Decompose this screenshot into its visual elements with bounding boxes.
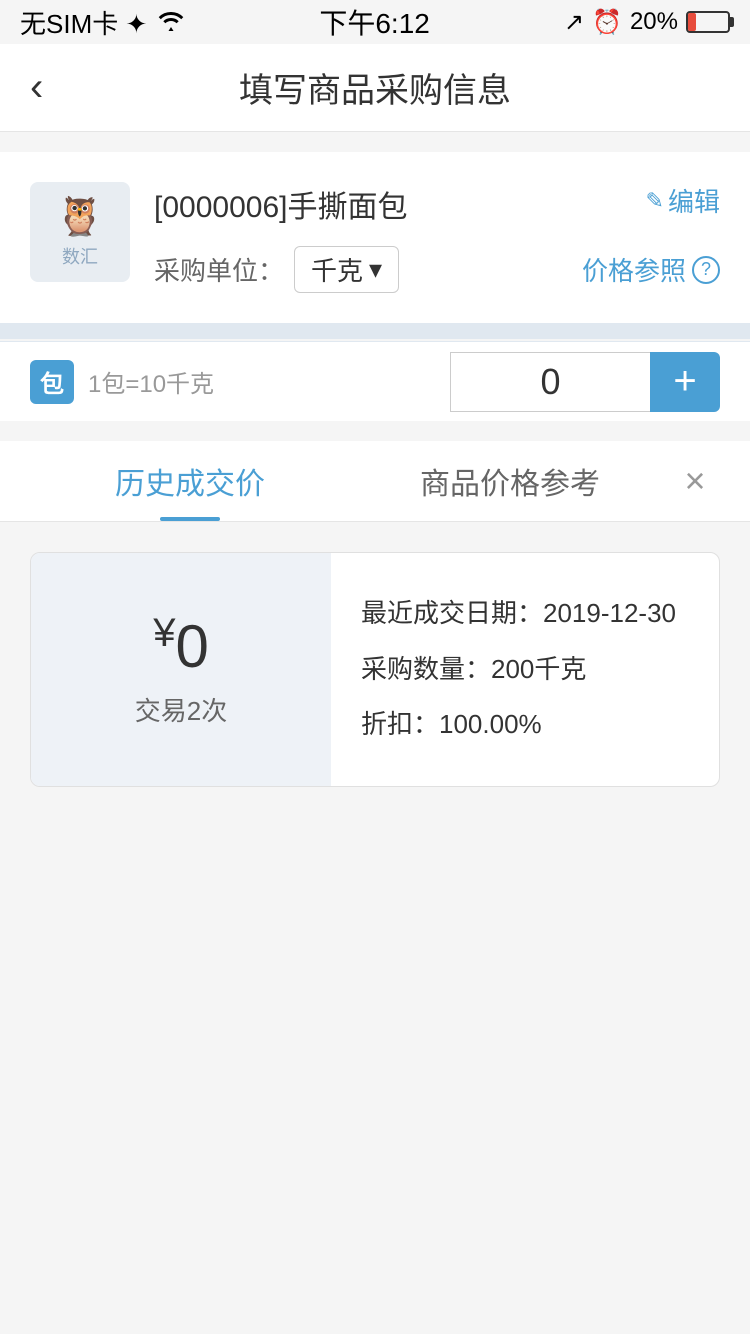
price-card: ¥0 交易2次 最近成交日期：2019-12-30 采购数量：200千克 折扣：… — [30, 552, 720, 787]
status-left: 无SIM卡 ✦ — [20, 4, 185, 41]
alarm-icon: ⏰ — [592, 8, 622, 37]
product-brand-text: 数汇 — [62, 243, 98, 269]
recent-date-row: 最近成交日期：2019-12-30 — [361, 593, 689, 635]
discount-label: 折扣： — [361, 709, 439, 739]
edit-button[interactable]: ✎ 编辑 — [646, 182, 720, 219]
price-transactions: 交易2次 — [135, 691, 227, 728]
back-button[interactable]: ‹ — [30, 65, 43, 110]
location-icon: ↗ — [564, 8, 584, 37]
tab-close-button[interactable]: × — [670, 456, 720, 506]
product-name: [0000006]手撕面包 — [154, 182, 407, 226]
product-card: 🦉 数汇 [0000006]手撕面包 ✎ 编辑 采购单位： 千克 ▾ 价格参照 — [0, 152, 750, 323]
edit-icon: ✎ — [646, 188, 664, 214]
recent-date-value: 2019-12-30 — [543, 598, 676, 628]
product-image: 🦉 数汇 — [30, 182, 130, 282]
close-icon: × — [684, 460, 705, 502]
quantity-input-row: 0 + — [450, 352, 720, 412]
unit-badge: 包 — [30, 360, 74, 404]
unit-label: 采购单位： 千克 ▾ — [154, 246, 399, 293]
quantity-detail-label: 采购数量： — [361, 654, 491, 684]
tab-active-indicator — [160, 517, 220, 521]
battery-pct: 20% — [630, 8, 678, 36]
wifi-icon — [157, 7, 185, 38]
tab-product-price-label: 商品价格参考 — [420, 459, 600, 503]
carrier-text: 无SIM卡 ✦ — [20, 4, 147, 41]
dropdown-arrow-icon: ▾ — [369, 254, 382, 285]
discount-row: 折扣：100.00% — [361, 704, 689, 746]
status-right: ↗ ⏰ 20% — [564, 8, 730, 37]
tab-bar: 历史成交价 商品价格参考 × — [0, 441, 750, 522]
page-title: 填写商品采购信息 — [239, 63, 511, 112]
product-header: [0000006]手撕面包 ✎ 编辑 — [154, 182, 720, 226]
price-amount: ¥0 — [153, 611, 209, 681]
discount-value: 100.00% — [439, 709, 542, 739]
amount-value: 0 — [175, 613, 208, 680]
edit-label: 编辑 — [668, 182, 720, 219]
quantity-section: 包 1包=10千克 0 + — [0, 341, 750, 421]
price-left: ¥0 交易2次 — [31, 553, 331, 786]
product-owl-icon: 🦉 — [56, 195, 103, 239]
unit-value: 千克 — [311, 251, 363, 288]
tab-history-price[interactable]: 历史成交价 — [30, 441, 350, 521]
price-right: 最近成交日期：2019-12-30 采购数量：200千克 折扣：100.00% — [331, 553, 719, 786]
unit-select[interactable]: 千克 ▾ — [294, 246, 399, 293]
question-circle-icon: ? — [692, 256, 720, 284]
price-card-wrapper: ¥0 交易2次 最近成交日期：2019-12-30 采购数量：200千克 折扣：… — [0, 522, 750, 817]
tab-history-label: 历史成交价 — [115, 459, 265, 503]
price-ref-button[interactable]: 价格参照 ? — [582, 251, 720, 288]
plus-button[interactable]: + — [650, 352, 720, 412]
battery-icon — [686, 11, 730, 33]
quantity-display[interactable]: 0 — [450, 352, 650, 412]
product-unit-row: 采购单位： 千克 ▾ 价格参照 ? — [154, 246, 720, 293]
unit-conversion: 1包=10千克 — [88, 364, 214, 399]
status-time: 下午6:12 — [319, 2, 430, 42]
tab-product-price[interactable]: 商品价格参考 — [350, 441, 670, 521]
product-info: [0000006]手撕面包 ✎ 编辑 采购单位： 千克 ▾ 价格参照 ? — [154, 182, 720, 293]
quantity-row: 采购数量：200千克 — [361, 649, 689, 691]
quantity-unit-info: 包 1包=10千克 — [30, 360, 214, 404]
nav-bar: ‹ 填写商品采购信息 — [0, 44, 750, 132]
status-bar: 无SIM卡 ✦ 下午6:12 ↗ ⏰ 20% — [0, 0, 750, 44]
recent-date-label: 最近成交日期： — [361, 598, 543, 628]
currency-symbol: ¥ — [153, 611, 175, 655]
quantity-detail-value: 200千克 — [491, 654, 586, 684]
price-ref-label: 价格参照 — [582, 251, 686, 288]
separator-1 — [0, 323, 750, 339]
